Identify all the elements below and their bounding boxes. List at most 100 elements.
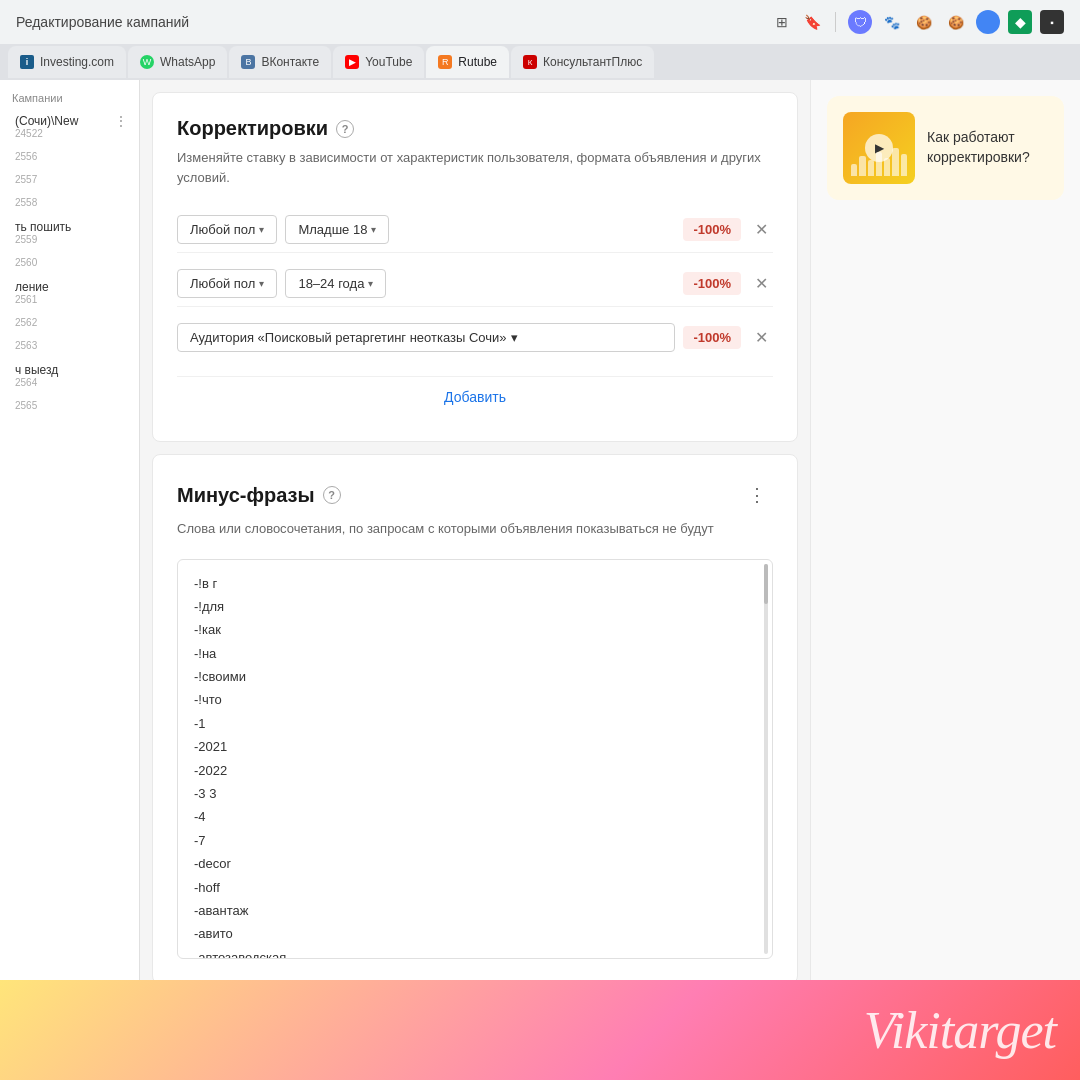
phrase-15: -авито: [194, 922, 756, 945]
sidebar-item-6[interactable]: ление 2561: [0, 274, 139, 311]
gender-select-0[interactable]: Любой пол ▾: [177, 215, 277, 244]
sidebar-item-9[interactable]: ч выезд 2564: [0, 357, 139, 394]
sidebar-item-name-0: (Сочи)\New: [15, 114, 127, 128]
video-thumbnail: ▶: [843, 112, 915, 184]
gender-select-1[interactable]: Любой пол ▾: [177, 269, 277, 298]
corrections-title-text: Корректировки: [177, 117, 328, 140]
minus-help-icon[interactable]: ?: [323, 486, 341, 504]
remove-btn-2[interactable]: ✕: [749, 326, 773, 350]
phrase-4: -!своими: [194, 665, 756, 688]
chevron-down-icon-3: ▾: [368, 278, 373, 289]
chart-bar-0: [851, 164, 857, 176]
content-area: Корректировки ? Изменяйте ставку в завис…: [140, 80, 810, 1080]
tab-vk[interactable]: В ВКонтакте: [229, 46, 331, 78]
corrections-help-icon[interactable]: ?: [336, 120, 354, 138]
sidebar-item-1[interactable]: 2556: [0, 145, 139, 168]
phrase-3: -!на: [194, 642, 756, 665]
adjustment-row-0: Любой пол ▾ Младше 18 ▾ -100% ✕: [177, 207, 773, 253]
diamond-ext-icon[interactable]: ◆: [1008, 10, 1032, 34]
condition-label-1: 18–24 года: [298, 276, 364, 291]
tab-investing[interactable]: i Investing.com: [8, 46, 126, 78]
sidebar-item-id-4: 2559: [15, 234, 127, 245]
cookie1-ext-icon[interactable]: 🍪: [912, 10, 936, 34]
phrase-1: -!для: [194, 595, 756, 618]
gender-label-0: Любой пол: [190, 222, 255, 237]
chevron-down-icon-4: ▾: [511, 330, 518, 345]
phrase-14: -авантаж: [194, 899, 756, 922]
tab-whatsapp-label: WhatsApp: [160, 55, 215, 69]
chevron-down-icon-0: ▾: [259, 224, 264, 235]
sidebar-item-id-5: 2560: [15, 257, 127, 268]
corrections-card: Корректировки ? Изменяйте ставку в завис…: [152, 92, 798, 442]
whatsapp-favicon: W: [140, 55, 154, 69]
phrases-box[interactable]: -!в г -!для -!как -!на -!своими -!что -1…: [177, 559, 773, 959]
scrollbar-thumb[interactable]: [764, 564, 768, 604]
rutube-favicon: R: [438, 55, 452, 69]
tab-rutube-label: Rutube: [458, 55, 497, 69]
tab-icon[interactable]: ⊞: [771, 11, 793, 33]
browser-title: Редактирование кампаний: [16, 14, 189, 30]
video-card[interactable]: ▶ Как работают корректировки?: [827, 96, 1064, 200]
remove-btn-0[interactable]: ✕: [749, 218, 773, 242]
watermark: Vikitarget: [0, 980, 1080, 1080]
sidebar-item-3[interactable]: 2558: [0, 191, 139, 214]
sidebar-item-8[interactable]: 2563: [0, 334, 139, 357]
square-ext-icon[interactable]: ▪: [1040, 10, 1064, 34]
scrollbar-track: [764, 564, 768, 954]
sidebar-item-10[interactable]: 2565: [0, 394, 139, 417]
remove-btn-1[interactable]: ✕: [749, 272, 773, 296]
sidebar-item-name-9: ч выезд: [15, 363, 127, 377]
sidebar-item-id-10: 2565: [15, 400, 127, 411]
bookmark-icon[interactable]: 🔖: [801, 11, 823, 33]
minus-title-text: Минус-фразы: [177, 484, 315, 507]
consultant-favicon: К: [523, 55, 537, 69]
cookie2-ext-icon[interactable]: 🍪: [944, 10, 968, 34]
phrase-8: -2022: [194, 759, 756, 782]
condition-select-1[interactable]: 18–24 года ▾: [285, 269, 386, 298]
tab-youtube-label: YouTube: [365, 55, 412, 69]
phrase-16: -автозаводская: [194, 946, 756, 959]
audience-label-0: Аудитория «Поисковый ретаргетинг неотказ…: [190, 330, 507, 345]
shield-ext-icon[interactable]: 🛡: [848, 10, 872, 34]
tab-youtube[interactable]: ▶ YouTube: [333, 46, 424, 78]
sidebar-item-id-9: 2564: [15, 377, 127, 388]
tab-rutube[interactable]: R Rutube: [426, 46, 509, 78]
audience-select-0[interactable]: Аудитория «Поисковый ретаргетинг неотказ…: [177, 323, 675, 352]
phrase-11: -7: [194, 829, 756, 852]
more-options-button[interactable]: ⋮: [741, 479, 773, 511]
percent-badge-0: -100%: [683, 218, 741, 241]
sidebar-item-2[interactable]: 2557: [0, 168, 139, 191]
sidebar-item-id-6: 2561: [15, 294, 127, 305]
browser-tabs: i Investing.com W WhatsApp В ВКонтакте ▶…: [0, 44, 1080, 80]
chart-bar-1: [859, 156, 865, 176]
percent-badge-1: -100%: [683, 272, 741, 295]
sidebar-item-id-1: 2556: [15, 151, 127, 162]
chevron-down-icon-2: ▾: [259, 278, 264, 289]
chevron-down-icon-1: ▾: [371, 224, 376, 235]
tab-consultant[interactable]: К КонсультантПлюс: [511, 46, 654, 78]
sidebar-item-5[interactable]: 2560: [0, 251, 139, 274]
sidebar-item-id-3: 2558: [15, 197, 127, 208]
sidebar: Кампании ⋮ (Сочи)\New 24522 2556 2557 25…: [0, 80, 140, 1080]
vk-favicon: В: [241, 55, 255, 69]
sidebar-item-7[interactable]: 2562: [0, 311, 139, 334]
percent-badge-2: -100%: [683, 326, 741, 349]
tab-whatsapp[interactable]: W WhatsApp: [128, 46, 227, 78]
animal-ext-icon[interactable]: 🐾: [880, 10, 904, 34]
sidebar-item-id-0: 24522: [15, 128, 127, 139]
blue-ext-icon[interactable]: [976, 10, 1000, 34]
minus-card-header: Минус-фразы ? ⋮: [177, 479, 773, 511]
add-correction-button[interactable]: Добавить: [177, 376, 773, 417]
chart-bar-2: [868, 160, 874, 176]
sidebar-item-4[interactable]: ть пошить 2559: [0, 214, 139, 251]
minus-phrases-card: Минус-фразы ? ⋮ Слова или словосочетания…: [152, 454, 798, 984]
sidebar-menu-btn[interactable]: ⋮: [115, 114, 127, 128]
chart-bar-5: [892, 148, 898, 176]
sidebar-item-0[interactable]: ⋮ (Сочи)\New 24522: [0, 108, 139, 145]
phrase-9: -3 3: [194, 782, 756, 805]
gender-label-1: Любой пол: [190, 276, 255, 291]
chart-bar-3: [876, 152, 882, 176]
condition-select-0[interactable]: Младше 18 ▾: [285, 215, 389, 244]
investing-favicon: i: [20, 55, 34, 69]
tab-consultant-label: КонсультантПлюс: [543, 55, 642, 69]
